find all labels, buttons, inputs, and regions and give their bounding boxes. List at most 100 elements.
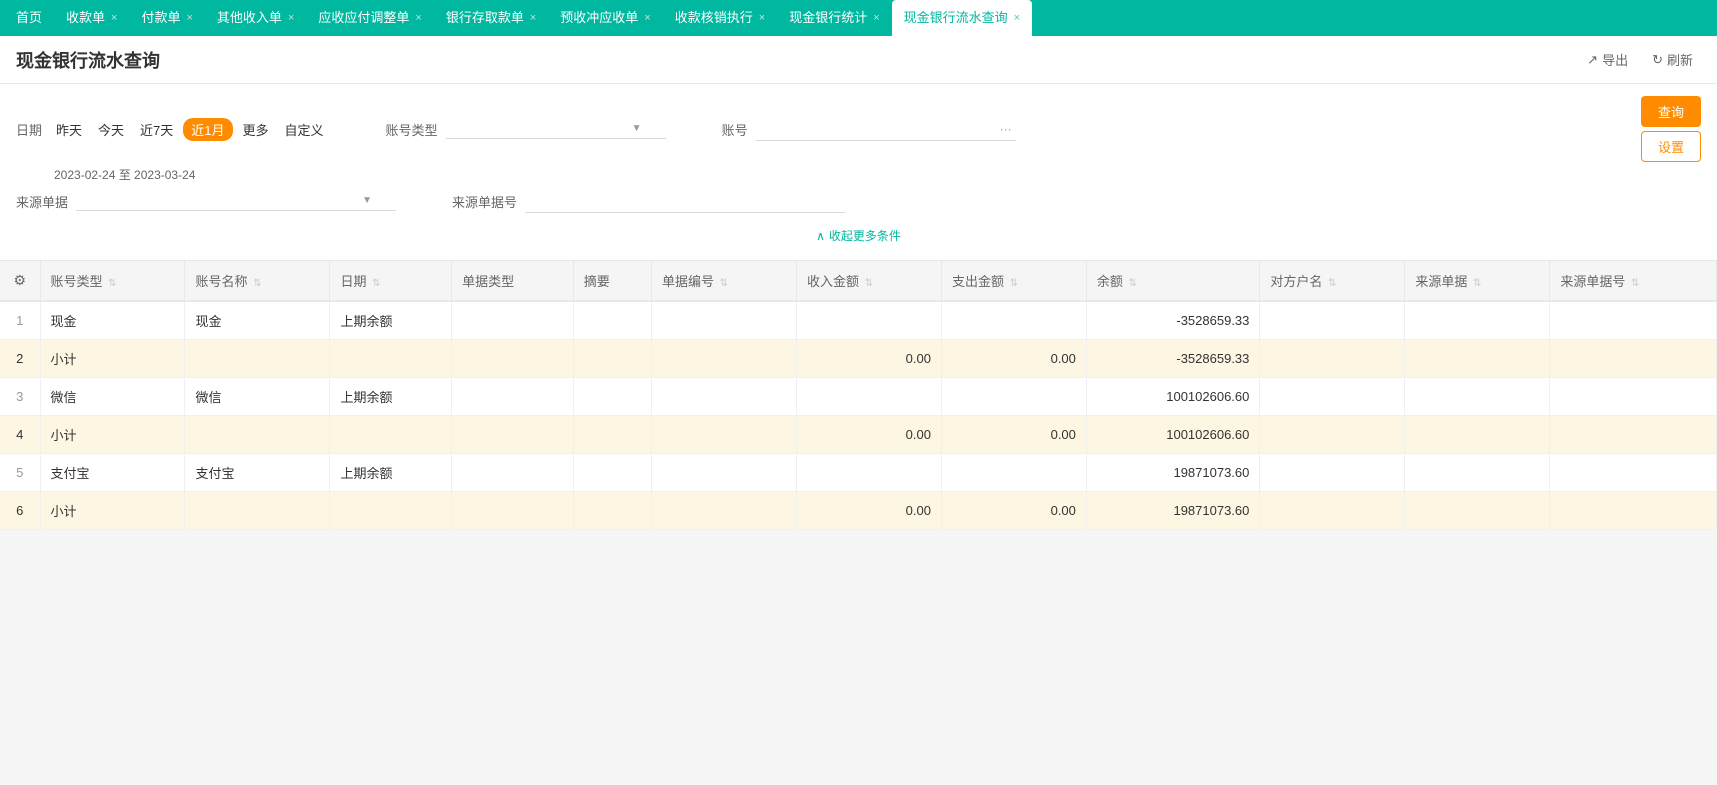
cell-source-doc-no (1550, 453, 1717, 491)
nav-other-income[interactable]: 其他收入单 × (205, 0, 306, 36)
cell-source-doc (1405, 453, 1550, 491)
date-opt-today[interactable]: 今天 (92, 118, 130, 141)
table-row[interactable]: 1现金现金上期余额-3528659.33 (0, 301, 1717, 339)
top-navigation: 首页 收款单 × 付款单 × 其他收入单 × 应收应付调整单 × 银行存取款单 … (0, 0, 1717, 36)
col-income: 收入金额 ⇅ (796, 261, 941, 301)
nav-home[interactable]: 首页 (4, 0, 54, 36)
cell-balance: -3528659.33 (1086, 301, 1259, 339)
cell-income: 0.00 (796, 415, 941, 453)
account-input-wrap: ··· (756, 117, 1016, 141)
cell-income (796, 377, 941, 415)
table-row[interactable]: 2小计0.000.00-3528659.33 (0, 339, 1717, 377)
nav-adjustment[interactable]: 应收应付调整单 × (306, 0, 433, 36)
source-doc-select[interactable]: ▼ (76, 191, 396, 211)
sort-icon[interactable]: ⇅ (253, 278, 261, 289)
export-button[interactable]: ↗ 导出 (1579, 46, 1636, 73)
sort-icon[interactable]: ⇅ (372, 278, 380, 289)
cell-account-name (185, 491, 330, 529)
cell-doc-no (652, 453, 797, 491)
settings-button[interactable]: 设置 (1641, 131, 1701, 162)
cell-doc-type (452, 491, 574, 529)
nav-payment[interactable]: 付款单 × (129, 0, 204, 36)
close-icon[interactable]: × (415, 0, 421, 36)
cell-doc-no (652, 491, 797, 529)
cell-source-doc (1405, 339, 1550, 377)
cell-doc-type (452, 453, 574, 491)
close-icon[interactable]: × (111, 0, 117, 36)
chevron-down-icon: ▼ (362, 195, 372, 206)
account-type-select[interactable]: ▼ (446, 119, 666, 139)
cell-source-doc (1405, 415, 1550, 453)
close-icon[interactable]: × (1014, 0, 1020, 36)
cell-source-doc-no (1550, 377, 1717, 415)
cell-doc-type (452, 339, 574, 377)
close-icon[interactable]: × (759, 0, 765, 36)
cell-account-type: 现金 (40, 301, 185, 339)
date-opt-7days[interactable]: 近7天 (134, 118, 179, 141)
cell-summary (573, 491, 651, 529)
sort-icon[interactable]: ⇅ (1010, 278, 1018, 289)
cell-expense (941, 453, 1086, 491)
nav-advance[interactable]: 预收冲应收单 × (548, 0, 662, 36)
date-opt-yesterday[interactable]: 昨天 (50, 118, 88, 141)
cell-account-type: 支付宝 (40, 453, 185, 491)
sort-icon[interactable]: ⇅ (1473, 278, 1481, 289)
col-date: 日期 ⇅ (330, 261, 452, 301)
cell-account-type: 小计 (40, 491, 185, 529)
sort-icon[interactable]: ⇅ (1631, 278, 1639, 289)
cell-doc-no (652, 301, 797, 339)
sort-icon[interactable]: ⇅ (1129, 278, 1137, 289)
sort-icon[interactable]: ⇅ (108, 278, 116, 289)
date-filter: 日期 昨天 今天 近7天 近1月 更多 自定义 (16, 118, 330, 141)
close-icon[interactable]: × (288, 0, 294, 36)
date-range-display: 2023-02-24 至 2023-03-24 (54, 168, 195, 182)
table-row[interactable]: 3微信微信上期余额100102606.60 (0, 377, 1717, 415)
sort-icon[interactable]: ⇅ (1328, 278, 1336, 289)
nav-flow-query[interactable]: 现金银行流水查询 × (892, 0, 1032, 36)
date-opt-1month[interactable]: 近1月 (183, 118, 232, 141)
account-type-label: 账号类型 (386, 120, 438, 139)
sort-icon[interactable]: ⇅ (865, 278, 873, 289)
table-row[interactable]: 6小计0.000.0019871073.60 (0, 491, 1717, 529)
account-input[interactable] (760, 121, 1000, 136)
sort-icon[interactable]: ⇅ (720, 278, 728, 289)
date-opt-more[interactable]: 更多 (237, 118, 275, 141)
cell-account-name (185, 339, 330, 377)
cell-account-type: 微信 (40, 377, 185, 415)
cell-date: 上期余额 (330, 377, 452, 415)
row-number: 2 (0, 339, 40, 377)
collapse-bar[interactable]: ∧ 收起更多条件 (16, 223, 1701, 248)
account-more-icon[interactable]: ··· (1000, 122, 1012, 136)
refresh-button[interactable]: ↻ 刷新 (1644, 46, 1701, 73)
cell-account-type: 小计 (40, 339, 185, 377)
nav-receipt[interactable]: 收款单 × (54, 0, 129, 36)
table-body: 1现金现金上期余额-3528659.332小计0.000.00-3528659.… (0, 301, 1717, 529)
nav-verification[interactable]: 收款核销执行 × (663, 0, 777, 36)
source-doc-label: 来源单据 (16, 192, 68, 211)
cell-account-type: 小计 (40, 415, 185, 453)
close-icon[interactable]: × (530, 0, 536, 36)
query-button[interactable]: 查询 (1641, 96, 1701, 127)
cell-income (796, 301, 941, 339)
source-doc-no-filter: 来源单据号 (452, 189, 845, 213)
close-icon[interactable]: × (873, 0, 879, 36)
source-doc-no-input[interactable] (529, 193, 841, 208)
row-number: 3 (0, 377, 40, 415)
cell-date (330, 415, 452, 453)
cell-date (330, 491, 452, 529)
gear-icon[interactable]: ⚙ (13, 272, 26, 288)
close-icon[interactable]: × (644, 0, 650, 36)
date-opt-custom[interactable]: 自定义 (279, 118, 330, 141)
cell-account-name: 现金 (185, 301, 330, 339)
nav-bank-deposit[interactable]: 银行存取款单 × (434, 0, 548, 36)
close-icon[interactable]: × (186, 0, 192, 36)
export-icon: ↗ (1587, 52, 1598, 68)
col-gear[interactable]: ⚙ (0, 261, 40, 301)
page-header: 现金银行流水查询 ↗ 导出 ↻ 刷新 (0, 36, 1717, 84)
table-row[interactable]: 4小计0.000.00100102606.60 (0, 415, 1717, 453)
table-row[interactable]: 5支付宝支付宝上期余额19871073.60 (0, 453, 1717, 491)
nav-statistics[interactable]: 现金银行统计 × (777, 0, 891, 36)
col-summary: 摘要 (573, 261, 651, 301)
cell-counterpart (1260, 377, 1405, 415)
table-header-row: ⚙ 账号类型 ⇅ 账号名称 ⇅ 日期 ⇅ 单据类型 摘要 单据编号 (0, 261, 1717, 301)
